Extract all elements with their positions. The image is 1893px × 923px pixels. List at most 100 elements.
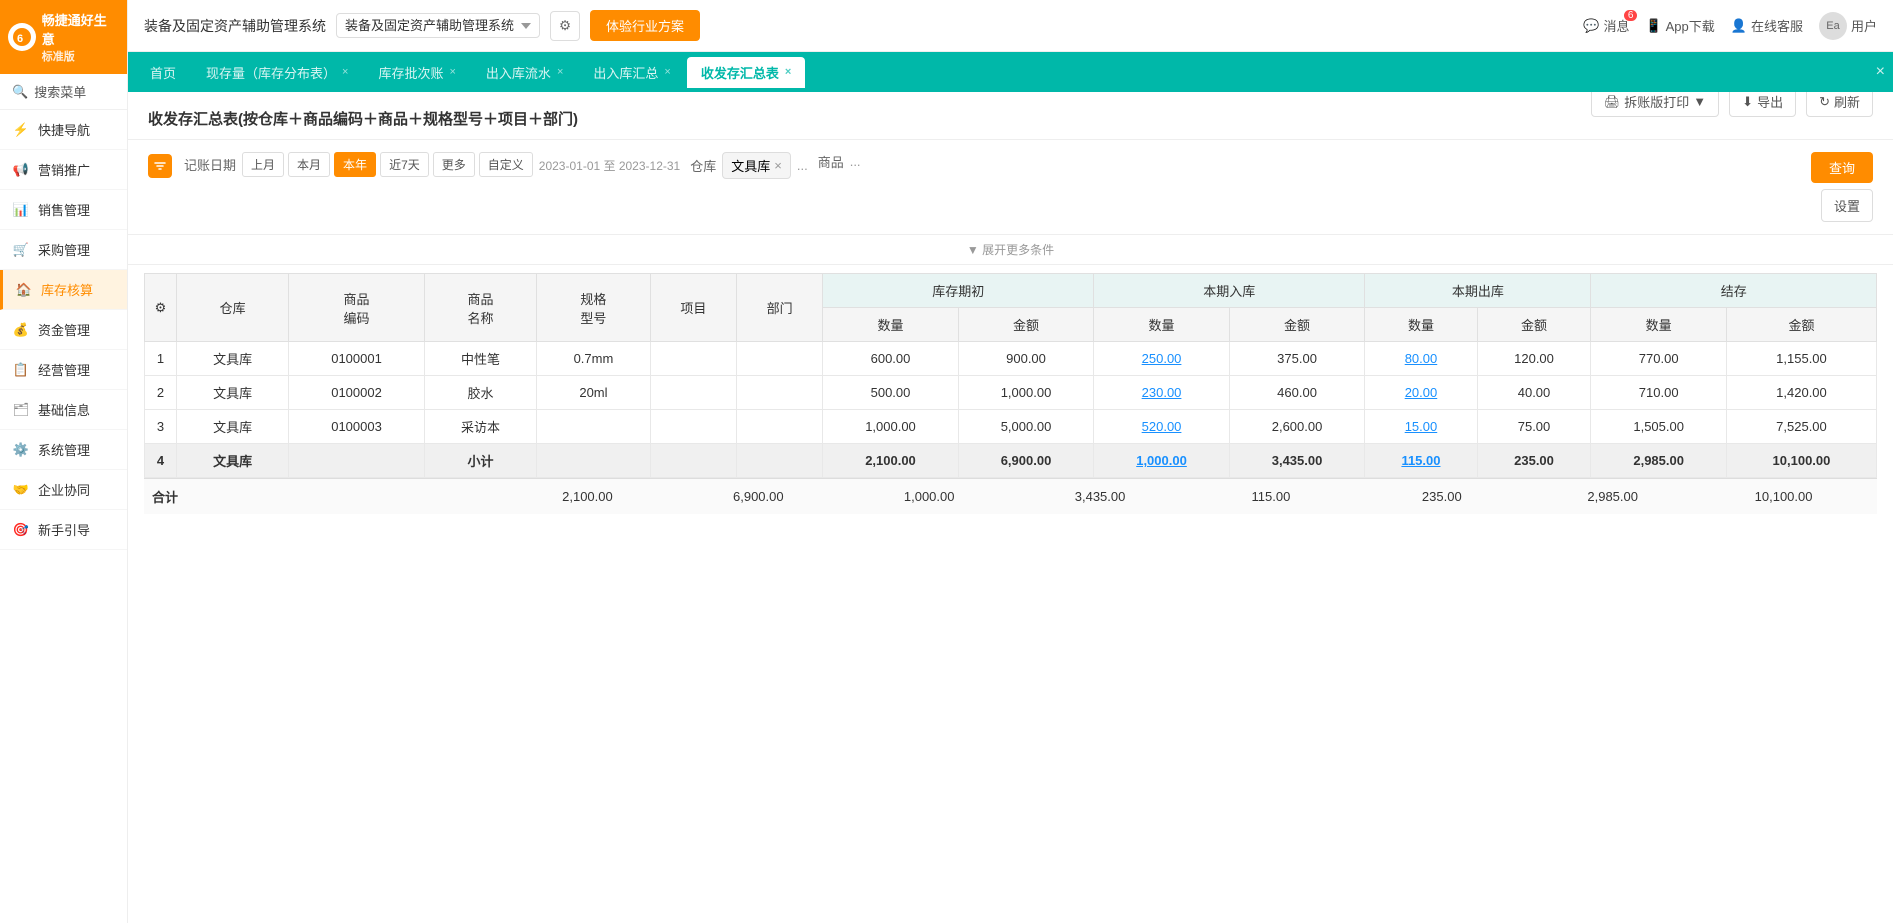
header-left: 装备及固定资产辅助管理系统 装备及固定资产辅助管理系统 ⚙ 体验行业方案 <box>144 10 700 41</box>
sidebar-item-marketing[interactable]: 📢 营销推广 <box>0 150 127 190</box>
app-name: 畅捷通好生意 <box>42 10 119 48</box>
subtotal-no: 4 <box>145 444 177 478</box>
service-icon: 👤 <box>1731 18 1747 34</box>
cell-in-qty[interactable]: 230.00 <box>1094 376 1230 410</box>
date-label: 记账日期 <box>184 155 236 174</box>
data-table: ⚙ 仓库 商品编码 商品名称 规格型号 项目 部门 库存期初 本期入库 本期出库… <box>144 273 1877 478</box>
page-header: 收发存汇总表(按仓库＋商品编码＋商品＋规格型号＋项目＋部门) 🖨 拆账版打印 ▼… <box>128 92 1893 140</box>
col-name-header: 商品名称 <box>424 274 536 342</box>
expand-label: 展开更多条件 <box>982 243 1054 257</box>
footer-out-qty: 115.00 <box>1186 489 1357 504</box>
sidebar-item-info[interactable]: 🗂 基础信息 <box>0 390 127 430</box>
date-btn-this-year[interactable]: 本年 <box>334 152 376 177</box>
cell-init-amt: 1,000.00 <box>958 376 1094 410</box>
col-settings[interactable]: ⚙ <box>145 274 177 342</box>
cell-out-qty[interactable]: 15.00 <box>1365 410 1477 444</box>
sidebar-item-finance[interactable]: 💰 资金管理 <box>0 310 127 350</box>
tab-home[interactable]: 首页 <box>136 57 190 88</box>
settings-button[interactable]: 设置 <box>1821 189 1873 222</box>
footer-in-amt: 3,435.00 <box>1015 489 1186 504</box>
tab-close-icon[interactable]: × <box>664 66 670 78</box>
sidebar-item-operations[interactable]: 📋 经营管理 <box>0 350 127 390</box>
sidebar-item-purchase[interactable]: 🛒 采购管理 <box>0 230 127 270</box>
cell-bal-qty: 1,505.00 <box>1591 410 1727 444</box>
gear-button[interactable]: ⚙ <box>550 11 580 41</box>
warehouse-tag-close[interactable]: × <box>774 158 782 173</box>
cell-spec <box>537 410 651 444</box>
warehouse-filter: 仓库 文具库 × ... <box>690 152 807 179</box>
sidebar-item-quicknav[interactable]: ⚡ 快捷导航 <box>0 110 127 150</box>
cell-in-qty[interactable]: 520.00 <box>1094 410 1230 444</box>
sidebar-item-cooperation[interactable]: 🤝 企业协同 <box>0 470 127 510</box>
export-button[interactable]: ⬇ 导出 <box>1729 92 1796 117</box>
sidebar-item-inventory[interactable]: 🏠 库存核算 <box>0 270 127 310</box>
online-service-button[interactable]: 👤 在线客服 <box>1731 16 1803 35</box>
cell-init-qty: 1,000.00 <box>823 410 959 444</box>
date-btn-last-month[interactable]: 上月 <box>242 152 284 177</box>
cell-out-qty[interactable]: 20.00 <box>1365 376 1477 410</box>
date-btn-more[interactable]: 更多 <box>433 152 475 177</box>
query-button[interactable]: 查询 <box>1811 152 1873 183</box>
tab-close-icon[interactable]: × <box>785 66 791 78</box>
warehouse-more[interactable]: ... <box>797 158 808 173</box>
cell-in-qty[interactable]: 250.00 <box>1094 342 1230 376</box>
expand-more-button[interactable]: ▼ 展开更多条件 <box>128 235 1893 265</box>
subtotal-bal-qty: 2,985.00 <box>1591 444 1727 478</box>
tab-inout-flow[interactable]: 出入库流水 × <box>472 57 577 88</box>
message-button[interactable]: 💬 消息 6 <box>1583 16 1629 35</box>
date-btn-7days[interactable]: 近7天 <box>380 152 429 177</box>
user-menu[interactable]: Ea 用户 <box>1819 12 1877 40</box>
tab-label: 现存量（库存分布表） <box>206 63 336 82</box>
date-btn-custom[interactable]: 自定义 <box>479 152 533 177</box>
tab-inout-summary[interactable]: 出入库汇总 × <box>579 57 684 88</box>
subtotal-bal-amt: 10,100.00 <box>1726 444 1876 478</box>
footer-init-qty: 2,100.00 <box>502 489 673 504</box>
print-dropdown-icon: ▼ <box>1693 94 1706 109</box>
subtotal-code <box>289 444 425 478</box>
cell-out-qty[interactable]: 80.00 <box>1365 342 1477 376</box>
refresh-label: 刷新 <box>1834 92 1860 111</box>
footer-in-qty: 1,000.00 <box>844 489 1015 504</box>
tab-label: 收发存汇总表 <box>701 63 779 82</box>
user-avatar: Ea <box>1819 12 1847 40</box>
refresh-button[interactable]: ↻ 刷新 <box>1806 92 1873 117</box>
print-label: 拆账版打印 <box>1624 92 1689 111</box>
close-all-tabs-button[interactable]: × <box>1876 63 1885 81</box>
col-bal-qty: 数量 <box>1591 308 1727 342</box>
date-btn-this-month[interactable]: 本月 <box>288 152 330 177</box>
tab-batch-ledger[interactable]: 库存批次账 × <box>364 57 469 88</box>
cell-bal-qty: 770.00 <box>1591 342 1727 376</box>
col-init-qty: 数量 <box>823 308 959 342</box>
sidebar-item-search[interactable]: 🔍 搜索菜单 <box>0 74 127 110</box>
cell-project <box>650 410 736 444</box>
sidebar-item-guide[interactable]: 🎯 新手引导 <box>0 510 127 550</box>
print-icon: 🖨 <box>1604 94 1621 110</box>
marketing-icon: 📢 <box>12 161 30 179</box>
app-download-button[interactable]: 📱 App下载 <box>1645 16 1714 35</box>
page-actions: 🖨 拆账版打印 ▼ ⬇ 导出 ↻ 刷新 <box>1591 92 1873 117</box>
tab-close-icon[interactable]: × <box>342 66 348 78</box>
sidebar-item-system[interactable]: ⚙️ 系统管理 <box>0 430 127 470</box>
cell-spec: 0.7mm <box>537 342 651 376</box>
subtotal-out-amt: 235.00 <box>1477 444 1591 478</box>
trial-button[interactable]: 体验行业方案 <box>590 10 700 41</box>
tab-inventory-dist[interactable]: 现存量（库存分布表） × <box>192 57 362 88</box>
product-more[interactable]: ... <box>850 154 861 169</box>
tab-receive-send-summary[interactable]: 收发存汇总表 × <box>687 57 805 88</box>
warehouse-tag-text: 文具库 <box>731 156 770 175</box>
col-warehouse-header: 仓库 <box>177 274 289 342</box>
sidebar-item-sales[interactable]: 📊 销售管理 <box>0 190 127 230</box>
cell-code: 0100001 <box>289 342 425 376</box>
tab-close-icon[interactable]: × <box>449 66 455 78</box>
tab-close-icon[interactable]: × <box>557 66 563 78</box>
print-button[interactable]: 🖨 拆账版打印 ▼ <box>1591 92 1719 117</box>
main-area: 装备及固定资产辅助管理系统 装备及固定资产辅助管理系统 ⚙ 体验行业方案 💬 消… <box>128 0 1893 923</box>
app-sub: 标准版 <box>42 48 119 64</box>
sidebar-item-label: 库存核算 <box>41 280 93 299</box>
date-filter: 记账日期 上月 本月 本年 近7天 更多 自定义 2023-01-01 至 20… <box>184 152 680 177</box>
refresh-icon: ↻ <box>1819 94 1830 110</box>
cell-dept <box>737 410 823 444</box>
warehouse-tag: 文具库 × <box>722 152 791 179</box>
system-select[interactable]: 装备及固定资产辅助管理系统 <box>336 13 540 38</box>
filter-toggle-button[interactable] <box>148 154 172 178</box>
